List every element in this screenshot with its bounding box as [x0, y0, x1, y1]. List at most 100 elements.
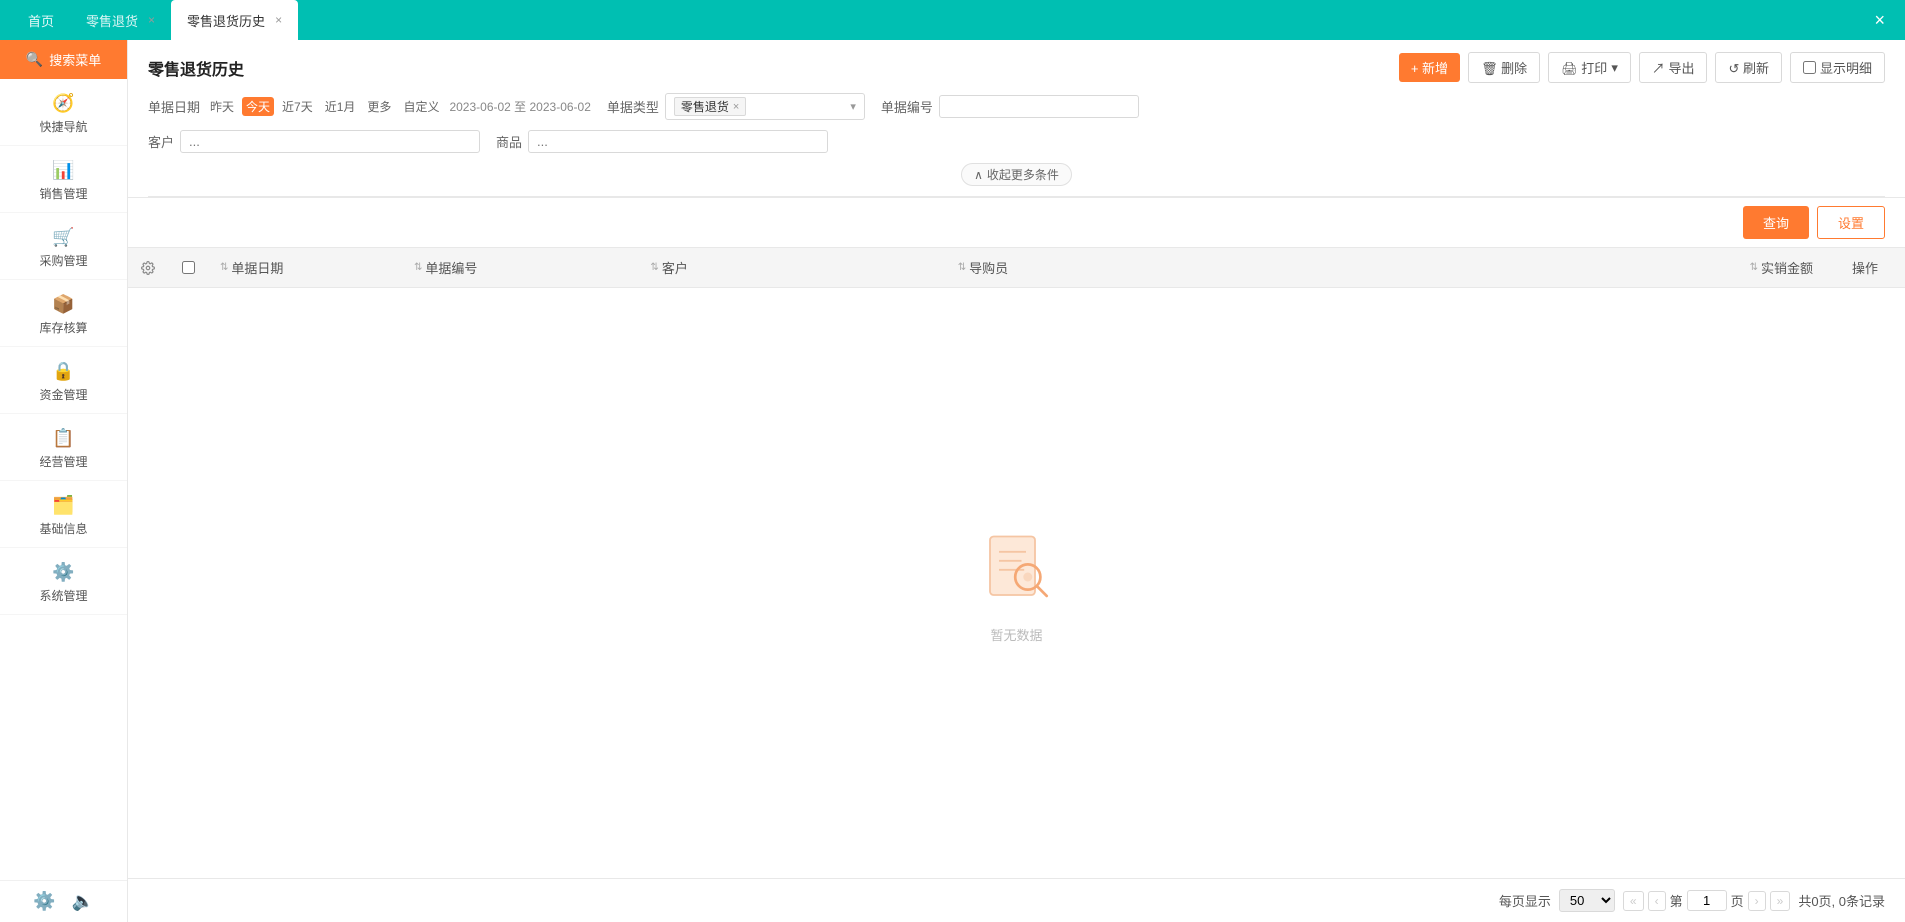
th-settings[interactable] [128, 261, 168, 275]
toolbar: + 新增 🗑 删除 🖨 打印 ▾ ↗ 导出 ↺ 刷新 显示明细 [1399, 52, 1885, 83]
date-1month[interactable]: 近1月 [321, 97, 360, 116]
app-container: 首页 零售退货 × 零售退货历史 × × 🔍 搜索菜单 🧭 快捷导航 [0, 0, 1905, 922]
collapse-button[interactable]: ∧ 收起更多条件 [961, 163, 1072, 186]
sidebar-item-purchase-mgmt[interactable]: 🛒 采购管理 [0, 213, 127, 280]
sidebar-item-inventory[interactable]: 📦 库存核算 [0, 280, 127, 347]
speaker-icon[interactable]: 🔈 [72, 891, 94, 912]
th-guide: ⇅ 导购员 [946, 258, 1182, 277]
date-filter-label: 单据日期 [148, 97, 200, 116]
date-7days[interactable]: 近7天 [278, 97, 317, 116]
date-today[interactable]: 今天 [242, 97, 274, 116]
display-detail-checkbox[interactable] [1803, 61, 1816, 74]
search-icon: 🔍 [26, 51, 43, 68]
sort-billno-icon[interactable]: ⇅ [414, 262, 422, 273]
finance-icon: 🔒 [52, 361, 74, 382]
sort-amount-icon[interactable]: ⇅ [1750, 262, 1758, 273]
sidebar-item-basic-info[interactable]: 🗂️ 基础信息 [0, 481, 127, 548]
next-page-button[interactable]: › [1748, 891, 1766, 911]
last-page-button[interactable]: » [1770, 891, 1791, 911]
th-op-label: 操作 [1852, 258, 1878, 277]
page-title: 零售退货历史 [148, 56, 244, 80]
export-button[interactable]: ↗ 导出 [1639, 52, 1708, 83]
tab-retail-return-label: 零售退货 [86, 11, 138, 30]
delete-button[interactable]: 🗑 删除 [1468, 52, 1540, 83]
sales-icon: 📊 [52, 160, 74, 181]
th-checkbox[interactable] [168, 261, 208, 274]
basic-info-icon: 🗂️ [52, 495, 74, 516]
th-op: 操作 [1825, 258, 1905, 277]
th-billno-label: 单据编号 [425, 258, 477, 277]
customer-input[interactable] [180, 130, 480, 153]
sidebar-item-quick-nav[interactable]: 🧭 快捷导航 [0, 79, 127, 146]
print-arrow-icon: ▾ [1611, 60, 1618, 76]
tab-retail-return-close[interactable]: × [148, 13, 155, 27]
tab-home-label: 首页 [28, 11, 54, 30]
date-custom[interactable]: 自定义 [399, 97, 443, 116]
new-button[interactable]: + 新增 [1399, 53, 1460, 82]
table-area: ⇅ 单据日期 ⇅ 单据编号 ⇅ 客户 ⇅ 导购员 [128, 248, 1905, 922]
refresh-button[interactable]: ↺ 刷新 [1715, 52, 1782, 83]
tab-retail-return-history[interactable]: 零售退货历史 × [171, 0, 298, 40]
set-button[interactable]: 设置 [1817, 206, 1885, 239]
tab-retail-return[interactable]: 零售退货 × [70, 0, 171, 40]
sort-up-icon[interactable]: ⇅ [220, 262, 228, 273]
page-label: 第 [1670, 891, 1683, 910]
collapse-bar: ∧ 收起更多条件 [148, 163, 1885, 186]
sidebar-item-operations[interactable]: 📋 经营管理 [0, 414, 127, 481]
sidebar-item-finance[interactable]: 🔒 资金管理 [0, 347, 127, 414]
sidebar-item-operations-label: 经营管理 [39, 453, 87, 470]
page-nav: « ‹ 第 页 › » [1623, 890, 1790, 911]
print-button[interactable]: 🖨 打印 ▾ [1548, 52, 1631, 83]
pagination-summary: 共0页, 0条记录 [1798, 891, 1885, 910]
per-page-label: 每页显示 [1499, 891, 1551, 910]
date-more[interactable]: 更多 [363, 97, 395, 116]
goods-input[interactable] [528, 130, 828, 153]
collapse-icon: ∧ [974, 168, 983, 182]
table-header: ⇅ 单据日期 ⇅ 单据编号 ⇅ 客户 ⇅ 导购员 [128, 248, 1905, 288]
first-page-button[interactable]: « [1623, 891, 1644, 911]
select-all-checkbox[interactable] [182, 261, 195, 274]
date-yesterday[interactable]: 昨天 [206, 97, 238, 116]
settings-icon[interactable]: ⚙️ [33, 891, 55, 912]
per-page-select[interactable]: 50 10 20 100 [1559, 889, 1615, 912]
filter-row-1: 单据日期 昨天 今天 近7天 近1月 更多 自定义 2023-06-02 至 2… [148, 93, 1885, 120]
tab-home[interactable]: 首页 [12, 0, 70, 40]
page-title-bar: 零售退货历史 + 新增 🗑 删除 🖨 打印 ▾ ↗ 导出 ↺ 刷新 显示明细 [148, 52, 1885, 83]
goods-filter-label: 商品 [496, 132, 522, 151]
bill-no-label: 单据编号 [881, 97, 933, 116]
sidebar-item-sales-mgmt[interactable]: 📊 销售管理 [0, 146, 127, 213]
tab-retail-return-history-label: 零售退货历史 [187, 11, 265, 30]
empty-state: 暂无数据 [128, 288, 1905, 878]
th-date-label: 单据日期 [231, 258, 283, 277]
bill-type-tag: 零售退货 × [674, 97, 746, 116]
bill-no-input[interactable] [939, 95, 1139, 118]
sort-customer-icon[interactable]: ⇅ [650, 262, 658, 273]
operations-icon: 📋 [52, 428, 74, 449]
sidebar-item-system-mgmt[interactable]: ⚙️ 系统管理 [0, 548, 127, 615]
th-customer-label: 客户 [662, 258, 688, 277]
page-input[interactable] [1687, 890, 1727, 911]
prev-page-button[interactable]: ‹ [1648, 891, 1666, 911]
filter-date: 单据日期 昨天 今天 近7天 近1月 更多 自定义 2023-06-02 至 2… [148, 97, 591, 116]
bill-type-value: 零售退货 [681, 98, 729, 115]
tab-retail-return-history-close[interactable]: × [275, 13, 282, 27]
top-bar-tabs: 首页 零售退货 × 零售退货历史 × [12, 0, 1866, 40]
bill-type-tag-close[interactable]: × [733, 101, 739, 113]
sidebar-item-finance-label: 资金管理 [39, 386, 87, 403]
sidebar-item-purchase-label: 采购管理 [39, 252, 87, 269]
th-amount-label: 实销金额 [1761, 258, 1813, 277]
sidebar: 🔍 搜索菜单 🧭 快捷导航 📊 销售管理 🛒 采购管理 📦 库存核算 🔒 [0, 40, 128, 922]
window-close-button[interactable]: × [1866, 10, 1893, 31]
bill-type-select[interactable]: 零售退货 × ▾ [665, 93, 865, 120]
sort-guide-icon[interactable]: ⇅ [958, 262, 966, 273]
query-action-bar: 查询 设置 [128, 198, 1905, 248]
quick-nav-icon: 🧭 [52, 93, 74, 114]
collapse-label: 收起更多条件 [987, 166, 1059, 183]
sidebar-search[interactable]: 🔍 搜索菜单 [0, 40, 127, 79]
th-customer: ⇅ 客户 [638, 258, 945, 277]
system-mgmt-icon: ⚙️ [52, 562, 74, 583]
purchase-icon: 🛒 [52, 227, 74, 248]
sidebar-item-system-mgmt-label: 系统管理 [39, 587, 87, 604]
query-button[interactable]: 查询 [1743, 206, 1809, 239]
display-detail-toggle[interactable]: 显示明细 [1790, 52, 1885, 83]
